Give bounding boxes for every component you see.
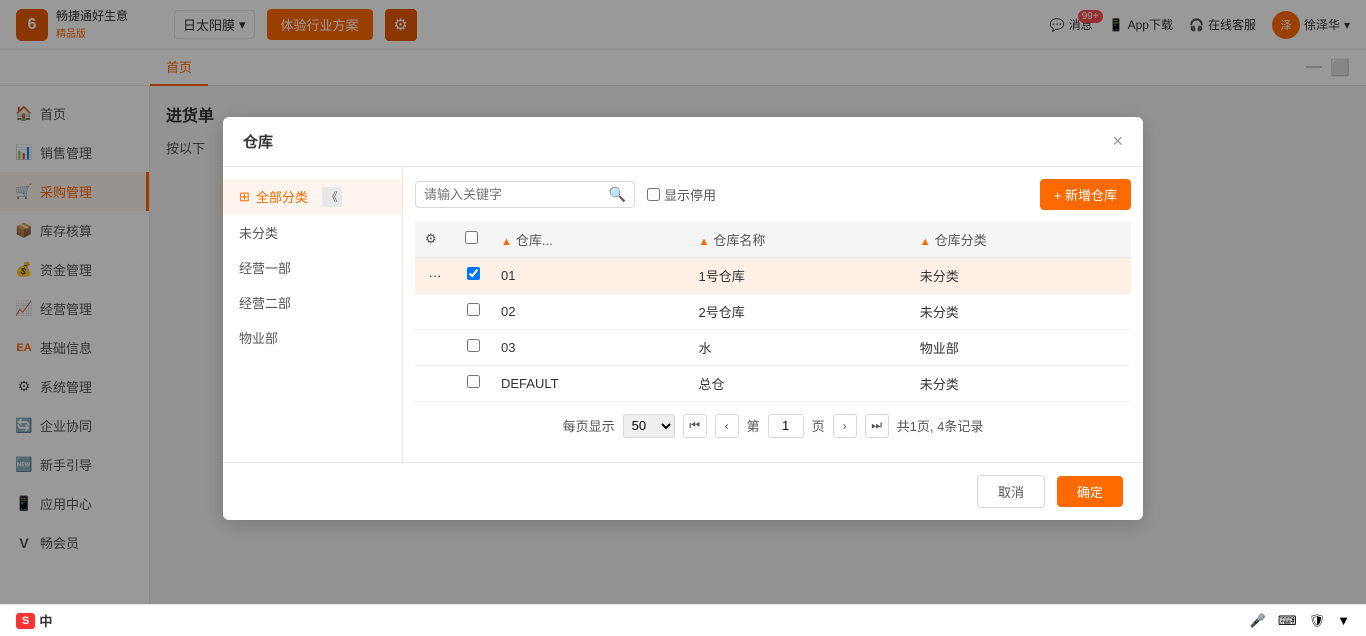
show-disabled-checkbox[interactable] xyxy=(647,188,660,201)
modal-body: ⊞ 全部分类 《 未分类 经营一部 经营二部 物业部 🔍 xyxy=(223,167,1143,462)
th-category[interactable]: ▲仓库分类 xyxy=(910,222,1131,258)
category-all[interactable]: ⊞ 全部分类 《 xyxy=(223,179,402,215)
category-panel: ⊞ 全部分类 《 未分类 经营一部 经营二部 物业部 xyxy=(223,167,403,462)
page-input[interactable] xyxy=(768,414,804,438)
td-code: 01 xyxy=(491,257,688,293)
show-disabled-label: 显示停用 xyxy=(647,185,716,204)
table-row[interactable]: 02 2号仓库 未分类 xyxy=(415,293,1131,329)
td-name: 2号仓库 xyxy=(688,293,909,329)
td-settings[interactable] xyxy=(415,293,455,329)
category-item-dept1[interactable]: 经营一部 xyxy=(223,250,402,285)
total-info: 共1页, 4条记录 xyxy=(897,416,984,435)
th-settings[interactable]: ⚙ xyxy=(415,222,455,258)
td-check[interactable] xyxy=(455,365,491,401)
last-page-btn[interactable]: ⏭ xyxy=(865,414,889,438)
td-check[interactable] xyxy=(455,257,491,293)
category-item-dept2[interactable]: 经营二部 xyxy=(223,285,402,320)
cancel-btn[interactable]: 取消 xyxy=(977,475,1045,508)
prev-page-btn[interactable]: ‹ xyxy=(715,414,739,438)
content-panel: 🔍 显示停用 + 新增仓库 ⚙ xyxy=(403,167,1143,462)
td-code: DEFAULT xyxy=(491,365,688,401)
first-page-btn[interactable]: ⏮ xyxy=(683,414,707,438)
new-warehouse-btn[interactable]: + 新增仓库 xyxy=(1040,179,1131,210)
next-page-btn[interactable]: › xyxy=(833,414,857,438)
voice-btn[interactable]: 🎤 xyxy=(1250,613,1266,629)
search-input[interactable] xyxy=(424,187,605,202)
td-check[interactable] xyxy=(455,329,491,365)
search-bar: 🔍 显示停用 + 新增仓库 xyxy=(415,179,1131,210)
td-code: 03 xyxy=(491,329,688,365)
category-item-unclassified[interactable]: 未分类 xyxy=(223,215,402,250)
search-icon[interactable]: 🔍 xyxy=(609,186,626,203)
category-item-property[interactable]: 物业部 xyxy=(223,320,402,355)
td-code: 02 xyxy=(491,293,688,329)
select-all-checkbox[interactable] xyxy=(465,231,478,244)
td-name: 1号仓库 xyxy=(688,257,909,293)
table-row[interactable]: ··· 01 1号仓库 未分类 xyxy=(415,257,1131,293)
bottom-bar: S 中 🎤 ⌨ 🛡 ▼ xyxy=(0,604,1366,636)
page-suffix: 页 xyxy=(812,416,825,435)
td-name: 水 xyxy=(688,329,909,365)
td-check[interactable] xyxy=(455,293,491,329)
modal-header: 仓库 × xyxy=(223,117,1143,167)
warehouse-modal: 仓库 × ⊞ 全部分类 《 未分类 经营一部 经营二部 物业部 xyxy=(223,117,1143,520)
td-category: 未分类 xyxy=(910,257,1131,293)
td-settings[interactable] xyxy=(415,365,455,401)
grid-icon: ⊞ xyxy=(239,189,250,205)
keyboard-btn[interactable]: ⌨ xyxy=(1278,613,1297,629)
more-btn[interactable]: ▼ xyxy=(1337,613,1350,628)
warehouse-table: ⚙ ▲仓库... ▲仓库名称 ▲仓库分类 ··· xyxy=(415,222,1131,402)
td-category: 未分类 xyxy=(910,293,1131,329)
page-label: 第 xyxy=(747,416,760,435)
th-code[interactable]: ▲仓库... xyxy=(491,222,688,258)
table-header-row: ⚙ ▲仓库... ▲仓库名称 ▲仓库分类 xyxy=(415,222,1131,258)
per-page-select[interactable]: 50 10 20 100 xyxy=(623,414,675,438)
table-row[interactable]: 03 水 物业部 xyxy=(415,329,1131,365)
shield-btn[interactable]: 🛡 xyxy=(1309,613,1326,629)
modal-title: 仓库 xyxy=(243,131,273,152)
td-name: 总仓 xyxy=(688,365,909,401)
modal-overlay: 仓库 × ⊞ 全部分类 《 未分类 经营一部 经营二部 物业部 xyxy=(0,0,1366,636)
td-category: 物业部 xyxy=(910,329,1131,365)
td-settings[interactable] xyxy=(415,329,455,365)
th-name[interactable]: ▲仓库名称 xyxy=(688,222,909,258)
pagination: 每页显示 50 10 20 100 ⏮ ‹ 第 页 › ⏭ 共1页, 4条记录 xyxy=(415,402,1131,450)
per-page-label: 每页显示 xyxy=(563,416,615,435)
search-input-wrap: 🔍 xyxy=(415,181,635,208)
modal-footer: 取消 确定 xyxy=(223,462,1143,520)
td-category: 未分类 xyxy=(910,365,1131,401)
td-settings[interactable]: ··· xyxy=(415,257,455,293)
collapse-btn[interactable]: 《 xyxy=(322,187,342,207)
modal-close-btn[interactable]: × xyxy=(1112,132,1123,150)
table-container: ⚙ ▲仓库... ▲仓库名称 ▲仓库分类 ··· xyxy=(415,222,1131,402)
th-check[interactable] xyxy=(455,222,491,258)
table-row[interactable]: DEFAULT 总仓 未分类 xyxy=(415,365,1131,401)
confirm-btn[interactable]: 确定 xyxy=(1057,476,1123,507)
